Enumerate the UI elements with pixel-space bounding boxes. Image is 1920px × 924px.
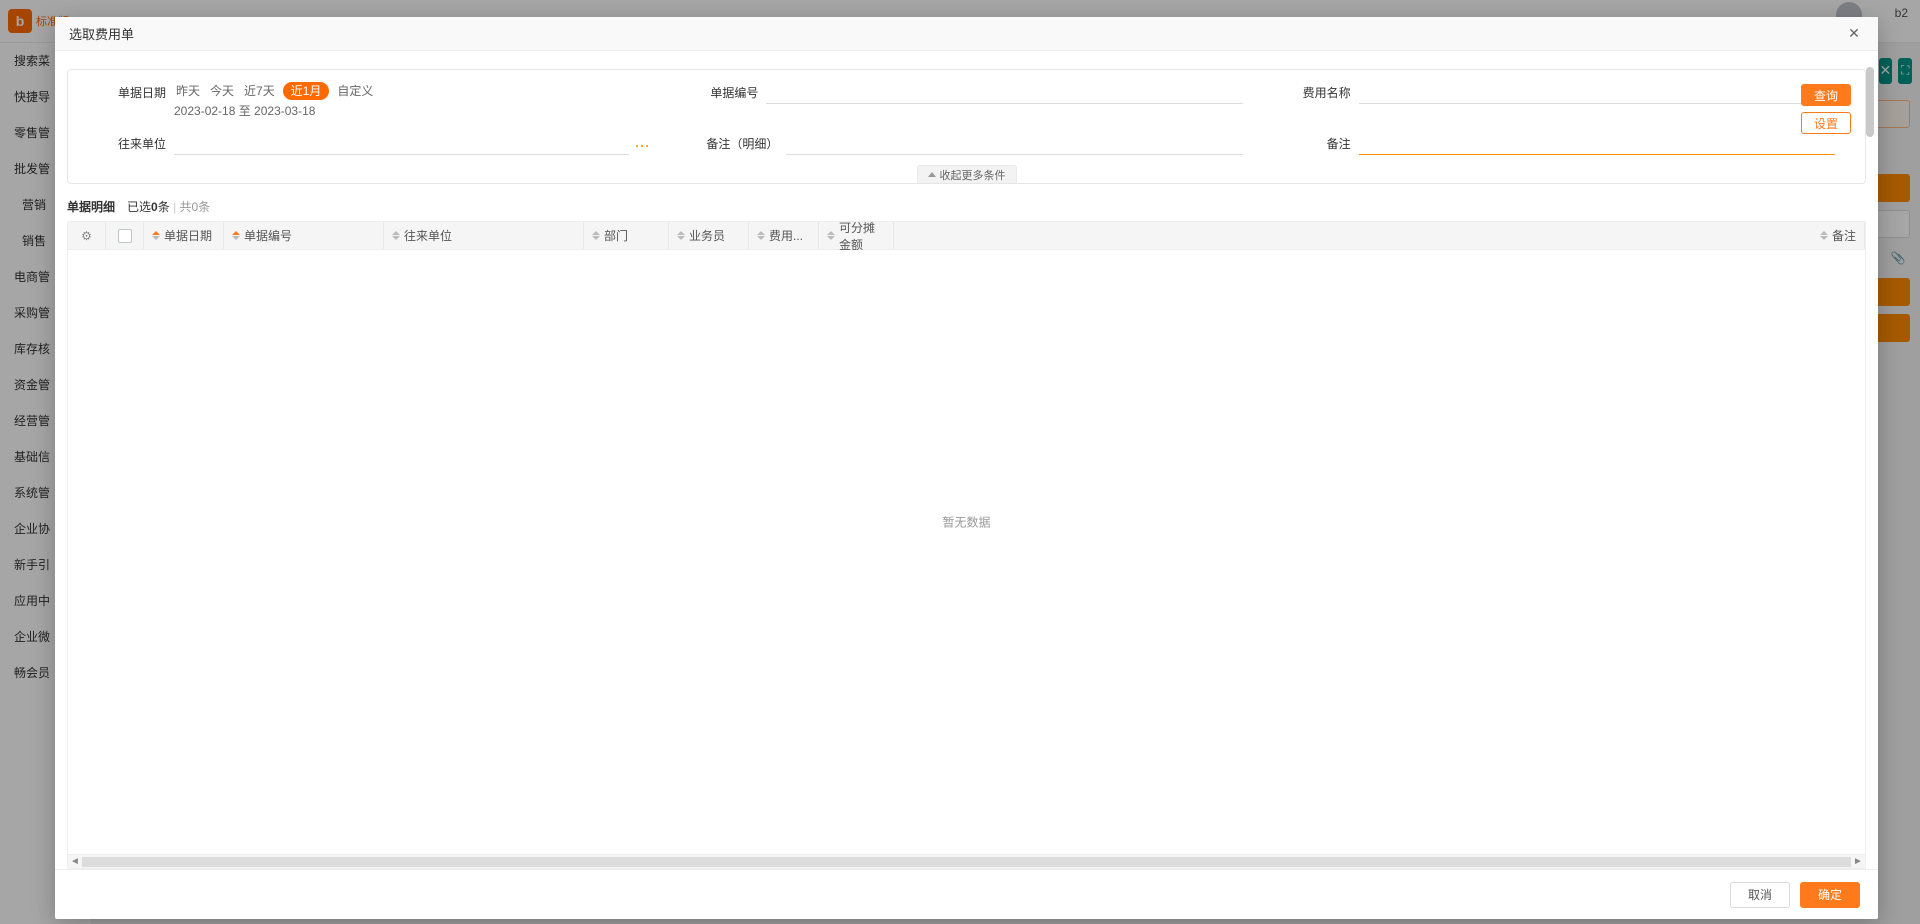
th-note[interactable]: 备注 xyxy=(894,222,1865,249)
column-config-button[interactable]: ⚙ xyxy=(68,222,106,249)
sort-icon xyxy=(152,231,160,240)
table-body: 暂无数据 xyxy=(68,250,1865,854)
th-fee-label: 费用... xyxy=(769,227,803,244)
filter-code-input[interactable] xyxy=(766,82,1242,104)
settings-button[interactable]: 设置 xyxy=(1801,112,1851,134)
search-button[interactable]: 查询 xyxy=(1801,84,1851,106)
modal-footer: 取消 确定 xyxy=(55,869,1878,919)
table-head: ⚙ 单据日期 单据编号 往来单位 部门 xyxy=(68,222,1865,250)
modal-header: 选取费用单 ✕ xyxy=(55,17,1878,51)
filter-note-input[interactable] xyxy=(1359,133,1835,155)
filter-grid: 单据日期 昨天 今天 近7天 近1月 自定义 2023-02-18 至 2023… xyxy=(98,82,1835,155)
detail-total: 共0条 xyxy=(180,200,211,214)
filter-unit: 往来单位 ··· xyxy=(98,133,650,155)
filter-feename: 费用名称 ··· xyxy=(1283,82,1835,119)
th-code-label: 单据编号 xyxy=(244,227,292,244)
filter-unit-input[interactable] xyxy=(174,133,629,155)
detail-selected: 已选0条 | 共0条 xyxy=(127,198,210,215)
detail-header: 单据明细 已选0条 | 共0条 xyxy=(67,198,1866,215)
selected-suffix: 条 xyxy=(158,200,170,214)
modal-close-button[interactable]: ✕ xyxy=(1844,24,1864,44)
sort-icon xyxy=(1820,231,1828,240)
date-quick-tabs: 昨天 今天 近7天 近1月 自定义 xyxy=(174,82,650,100)
filter-code: 单据编号 xyxy=(690,82,1242,119)
chevron-up-icon xyxy=(928,172,936,177)
date-range-display: 2023-02-18 至 2023-03-18 xyxy=(174,102,650,119)
sort-icon xyxy=(592,231,600,240)
filter-card: 单据日期 昨天 今天 近7天 近1月 自定义 2023-02-18 至 2023… xyxy=(67,69,1866,184)
date-tab-today[interactable]: 今天 xyxy=(208,82,236,100)
collapse-filters-button[interactable]: 收起更多条件 xyxy=(917,165,1017,183)
modal-title: 选取费用单 xyxy=(69,24,134,43)
th-unit[interactable]: 往来单位 xyxy=(384,222,584,249)
filter-note-detail-label: 备注（明细） xyxy=(690,133,786,155)
cancel-button[interactable]: 取消 xyxy=(1730,882,1790,908)
th-biz[interactable]: 业务员 xyxy=(669,222,749,249)
scrollbar-thumb[interactable] xyxy=(82,857,1851,867)
modal-body: 单据日期 昨天 今天 近7天 近1月 自定义 2023-02-18 至 2023… xyxy=(55,51,1878,869)
selected-count: 0 xyxy=(151,200,158,214)
empty-placeholder: 暂无数据 xyxy=(942,513,990,530)
filter-unit-label: 往来单位 xyxy=(98,133,174,155)
th-date[interactable]: 单据日期 xyxy=(144,222,224,249)
filter-feename-label: 费用名称 xyxy=(1283,82,1359,104)
filter-note-label: 备注 xyxy=(1283,133,1359,155)
selected-prefix: 已选 xyxy=(127,200,151,214)
date-tab-custom[interactable]: 自定义 xyxy=(335,82,375,100)
th-unit-label: 往来单位 xyxy=(404,227,452,244)
ok-button[interactable]: 确定 xyxy=(1800,882,1860,908)
modal-vertical-scrollbar[interactable] xyxy=(1866,67,1874,849)
filter-date: 单据日期 昨天 今天 近7天 近1月 自定义 2023-02-18 至 2023… xyxy=(98,82,650,119)
th-note-label: 备注 xyxy=(1832,227,1856,244)
scroll-right-icon[interactable]: ► xyxy=(1851,855,1865,869)
unit-picker-button[interactable]: ··· xyxy=(635,139,650,155)
filter-date-label: 单据日期 xyxy=(98,82,174,104)
detail-title: 单据明细 xyxy=(67,198,115,215)
th-code[interactable]: 单据编号 xyxy=(224,222,384,249)
filter-code-label: 单据编号 xyxy=(690,82,766,104)
date-tab-7d[interactable]: 近7天 xyxy=(242,82,277,100)
scroll-left-icon[interactable]: ◄ xyxy=(68,855,82,869)
filter-feename-input[interactable] xyxy=(1359,82,1814,104)
select-all-cell xyxy=(106,222,144,249)
scrollbar-track[interactable] xyxy=(82,857,1851,867)
date-tab-yesterday[interactable]: 昨天 xyxy=(174,82,202,100)
th-date-label: 单据日期 xyxy=(164,227,212,244)
filter-actions: 查询 设置 xyxy=(1801,84,1851,134)
filter-note-detail: 备注（明细） xyxy=(690,133,1242,155)
scrollbar-thumb[interactable] xyxy=(1866,67,1874,137)
sort-icon xyxy=(827,231,835,240)
detail-table: ⚙ 单据日期 单据编号 往来单位 部门 xyxy=(67,221,1866,869)
sort-icon xyxy=(392,231,400,240)
date-tab-1m[interactable]: 近1月 xyxy=(283,82,330,100)
sort-icon xyxy=(757,231,765,240)
sort-icon xyxy=(232,231,240,240)
collapse-label: 收起更多条件 xyxy=(940,167,1006,183)
select-expense-modal: 选取费用单 ✕ 单据日期 昨天 今天 近7天 近1月 自定义 2023-0 xyxy=(55,17,1878,919)
filter-note: 备注 xyxy=(1283,133,1835,155)
th-amount[interactable]: 可分摊金额 xyxy=(819,222,894,249)
th-fee[interactable]: 费用... xyxy=(749,222,819,249)
th-dept[interactable]: 部门 xyxy=(584,222,669,249)
th-biz-label: 业务员 xyxy=(689,227,725,244)
th-dept-label: 部门 xyxy=(604,227,628,244)
sort-icon xyxy=(677,231,685,240)
horizontal-scrollbar[interactable]: ◄ ► xyxy=(68,854,1865,868)
select-all-checkbox[interactable] xyxy=(118,229,132,243)
filter-note-detail-input[interactable] xyxy=(786,133,1242,155)
th-amt-label: 可分摊金额 xyxy=(839,221,885,253)
